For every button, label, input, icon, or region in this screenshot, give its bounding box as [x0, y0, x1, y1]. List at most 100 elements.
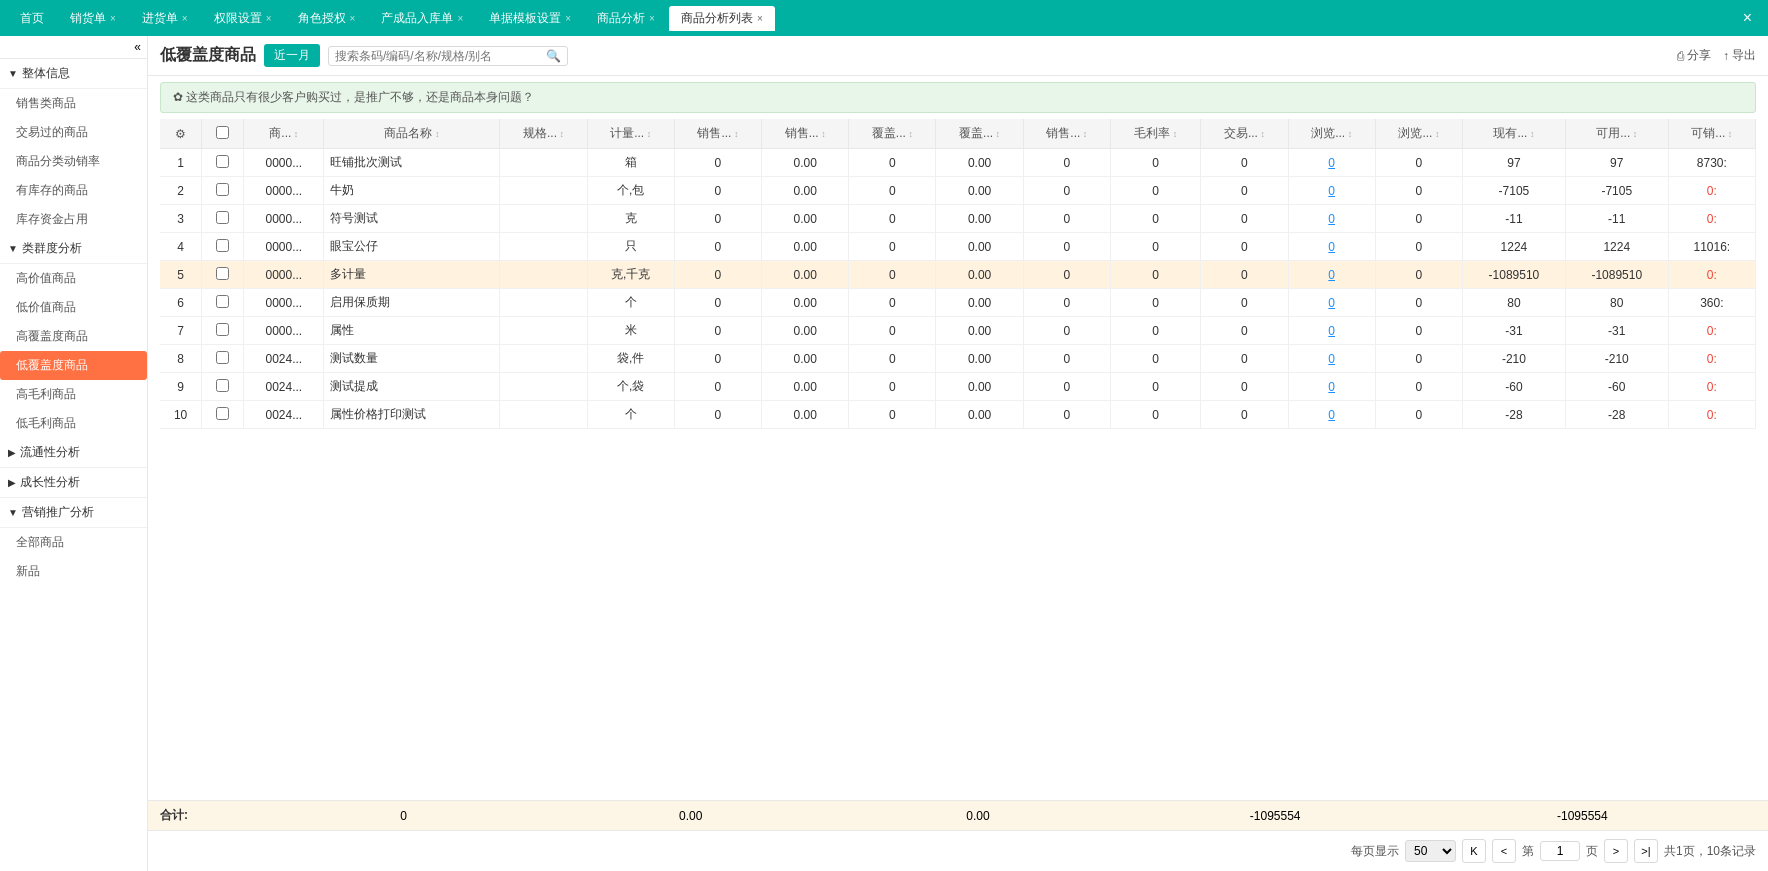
nav-item-home[interactable]: 首页: [8, 6, 56, 31]
first-page-button[interactable]: K: [1462, 839, 1486, 863]
nav-item-purchase[interactable]: 进货单 ×: [130, 6, 200, 31]
sidebar-section-circulation[interactable]: ▶ 流通性分析: [0, 438, 147, 468]
row-browse2: 0: [1375, 345, 1462, 373]
sidebar-item-sales-goods[interactable]: 销售类商品: [0, 89, 147, 118]
sidebar-collapse-button[interactable]: «: [0, 36, 147, 59]
row-checkbox[interactable]: [202, 373, 244, 401]
row-checkbox[interactable]: [202, 401, 244, 429]
nav-close-purchase[interactable]: ×: [182, 13, 188, 24]
column-coverage1[interactable]: 覆盖...: [849, 119, 936, 149]
prev-page-button[interactable]: <: [1492, 839, 1516, 863]
row-sales-x: 0: [1023, 261, 1110, 289]
share-button[interactable]: ⎙ 分享: [1677, 47, 1711, 64]
nav-item-finished[interactable]: 产成品入库单 ×: [369, 6, 475, 31]
row-browse1[interactable]: 0: [1288, 233, 1375, 261]
column-sales-amt[interactable]: 销售...: [762, 119, 849, 149]
row-no: 1: [160, 149, 202, 177]
sidebar-section-cluster[interactable]: ▼ 类群度分析: [0, 234, 147, 264]
sidebar-section-marketing[interactable]: ▼ 营销推广分析: [0, 498, 147, 528]
sidebar-item-category-rate[interactable]: 商品分类动销率: [0, 147, 147, 176]
column-sales-qty[interactable]: 销售...: [674, 119, 761, 149]
sidebar-item-low-margin[interactable]: 低毛利商品: [0, 409, 147, 438]
row-gross-rate: 0: [1110, 205, 1200, 233]
sidebar-item-low-coverage[interactable]: 低覆盖度商品: [0, 351, 147, 380]
row-browse1[interactable]: 0: [1288, 205, 1375, 233]
row-checkbox[interactable]: [202, 149, 244, 177]
nav-close-sales[interactable]: ×: [110, 13, 116, 24]
section-label-circulation: 流通性分析: [20, 444, 80, 461]
row-checkbox[interactable]: [202, 177, 244, 205]
row-browse1[interactable]: 0: [1288, 345, 1375, 373]
column-sales-x[interactable]: 销售...: [1023, 119, 1110, 149]
window-close-button[interactable]: ×: [1735, 5, 1760, 31]
export-button[interactable]: ↑ 导出: [1723, 47, 1756, 64]
next-page-button[interactable]: >: [1604, 839, 1628, 863]
column-sellable[interactable]: 可销...: [1668, 119, 1755, 149]
sidebar-item-all-goods[interactable]: 全部商品: [0, 528, 147, 557]
column-coverage2[interactable]: 覆盖...: [936, 119, 1023, 149]
search-input[interactable]: [335, 49, 546, 63]
nav-item-sales[interactable]: 销货单 ×: [58, 6, 128, 31]
sidebar-item-stocked-goods[interactable]: 有库存的商品: [0, 176, 147, 205]
select-all-checkbox[interactable]: [216, 126, 229, 139]
total-info: 共1页，10条记录: [1664, 843, 1756, 860]
row-sales-amt: 0.00: [762, 317, 849, 345]
nav-close-analysis-list[interactable]: ×: [757, 13, 763, 24]
row-browse1[interactable]: 0: [1288, 261, 1375, 289]
sidebar-item-high-margin[interactable]: 高毛利商品: [0, 380, 147, 409]
row-checkbox[interactable]: [202, 289, 244, 317]
row-checkbox[interactable]: [202, 233, 244, 261]
row-name: 属性价格打印测试: [324, 401, 500, 429]
column-settings-icon[interactable]: ⚙: [160, 119, 202, 149]
column-gross-rate[interactable]: 毛利率: [1110, 119, 1200, 149]
sidebar-item-traded-goods[interactable]: 交易过的商品: [0, 118, 147, 147]
page-number-input[interactable]: [1540, 841, 1580, 861]
per-page-select[interactable]: 50 20 100 200: [1405, 840, 1456, 862]
search-icon[interactable]: 🔍: [546, 49, 561, 63]
row-trade: 0: [1201, 233, 1288, 261]
row-cov1: 0: [849, 177, 936, 205]
row-checkbox[interactable]: [202, 317, 244, 345]
column-spec[interactable]: 规格...: [500, 119, 587, 149]
nav-close-template[interactable]: ×: [565, 13, 571, 24]
row-browse1[interactable]: 0: [1288, 149, 1375, 177]
sidebar-section-overall[interactable]: ▼ 整体信息: [0, 59, 147, 89]
row-cov2: 0.00: [936, 373, 1023, 401]
nav-item-template[interactable]: 单据模板设置 ×: [477, 6, 583, 31]
row-browse1[interactable]: 0: [1288, 401, 1375, 429]
column-browse2[interactable]: 浏览...: [1375, 119, 1462, 149]
nav-item-perms[interactable]: 权限设置 ×: [202, 6, 284, 31]
nav-close-perms[interactable]: ×: [266, 13, 272, 24]
row-checkbox[interactable]: [202, 205, 244, 233]
row-checkbox[interactable]: [202, 345, 244, 373]
nav-close-product-analysis[interactable]: ×: [649, 13, 655, 24]
row-checkbox[interactable]: [202, 261, 244, 289]
sidebar-item-high-coverage[interactable]: 高覆盖度商品: [0, 322, 147, 351]
sidebar-item-new-goods[interactable]: 新品: [0, 557, 147, 586]
nav-close-finished[interactable]: ×: [457, 13, 463, 24]
nav-close-roles[interactable]: ×: [350, 13, 356, 24]
column-code[interactable]: 商...: [244, 119, 324, 149]
column-available[interactable]: 可用...: [1565, 119, 1668, 149]
last-page-button[interactable]: >|: [1634, 839, 1658, 863]
row-browse1[interactable]: 0: [1288, 289, 1375, 317]
row-browse1[interactable]: 0: [1288, 317, 1375, 345]
row-browse1[interactable]: 0: [1288, 177, 1375, 205]
row-browse2: 0: [1375, 177, 1462, 205]
nav-item-product-analysis[interactable]: 商品分析 ×: [585, 6, 667, 31]
column-current[interactable]: 现有...: [1463, 119, 1566, 149]
nav-item-analysis-list[interactable]: 商品分析列表 ×: [669, 6, 775, 31]
filter-period-button[interactable]: 近一月: [264, 44, 320, 67]
column-name[interactable]: 商品名称: [324, 119, 500, 149]
sidebar-item-low-value[interactable]: 低价值商品: [0, 293, 147, 322]
header-actions: ⎙ 分享 ↑ 导出: [1677, 47, 1756, 64]
section-label-marketing: 营销推广分析: [22, 504, 94, 521]
nav-item-roles[interactable]: 角色授权 ×: [286, 6, 368, 31]
column-unit[interactable]: 计量...: [587, 119, 674, 149]
sidebar-item-high-value[interactable]: 高价值商品: [0, 264, 147, 293]
sidebar-section-growth[interactable]: ▶ 成长性分析: [0, 468, 147, 498]
row-browse1[interactable]: 0: [1288, 373, 1375, 401]
column-trade[interactable]: 交易...: [1201, 119, 1288, 149]
column-browse1[interactable]: 浏览...: [1288, 119, 1375, 149]
sidebar-item-inventory-capital[interactable]: 库存资金占用: [0, 205, 147, 234]
